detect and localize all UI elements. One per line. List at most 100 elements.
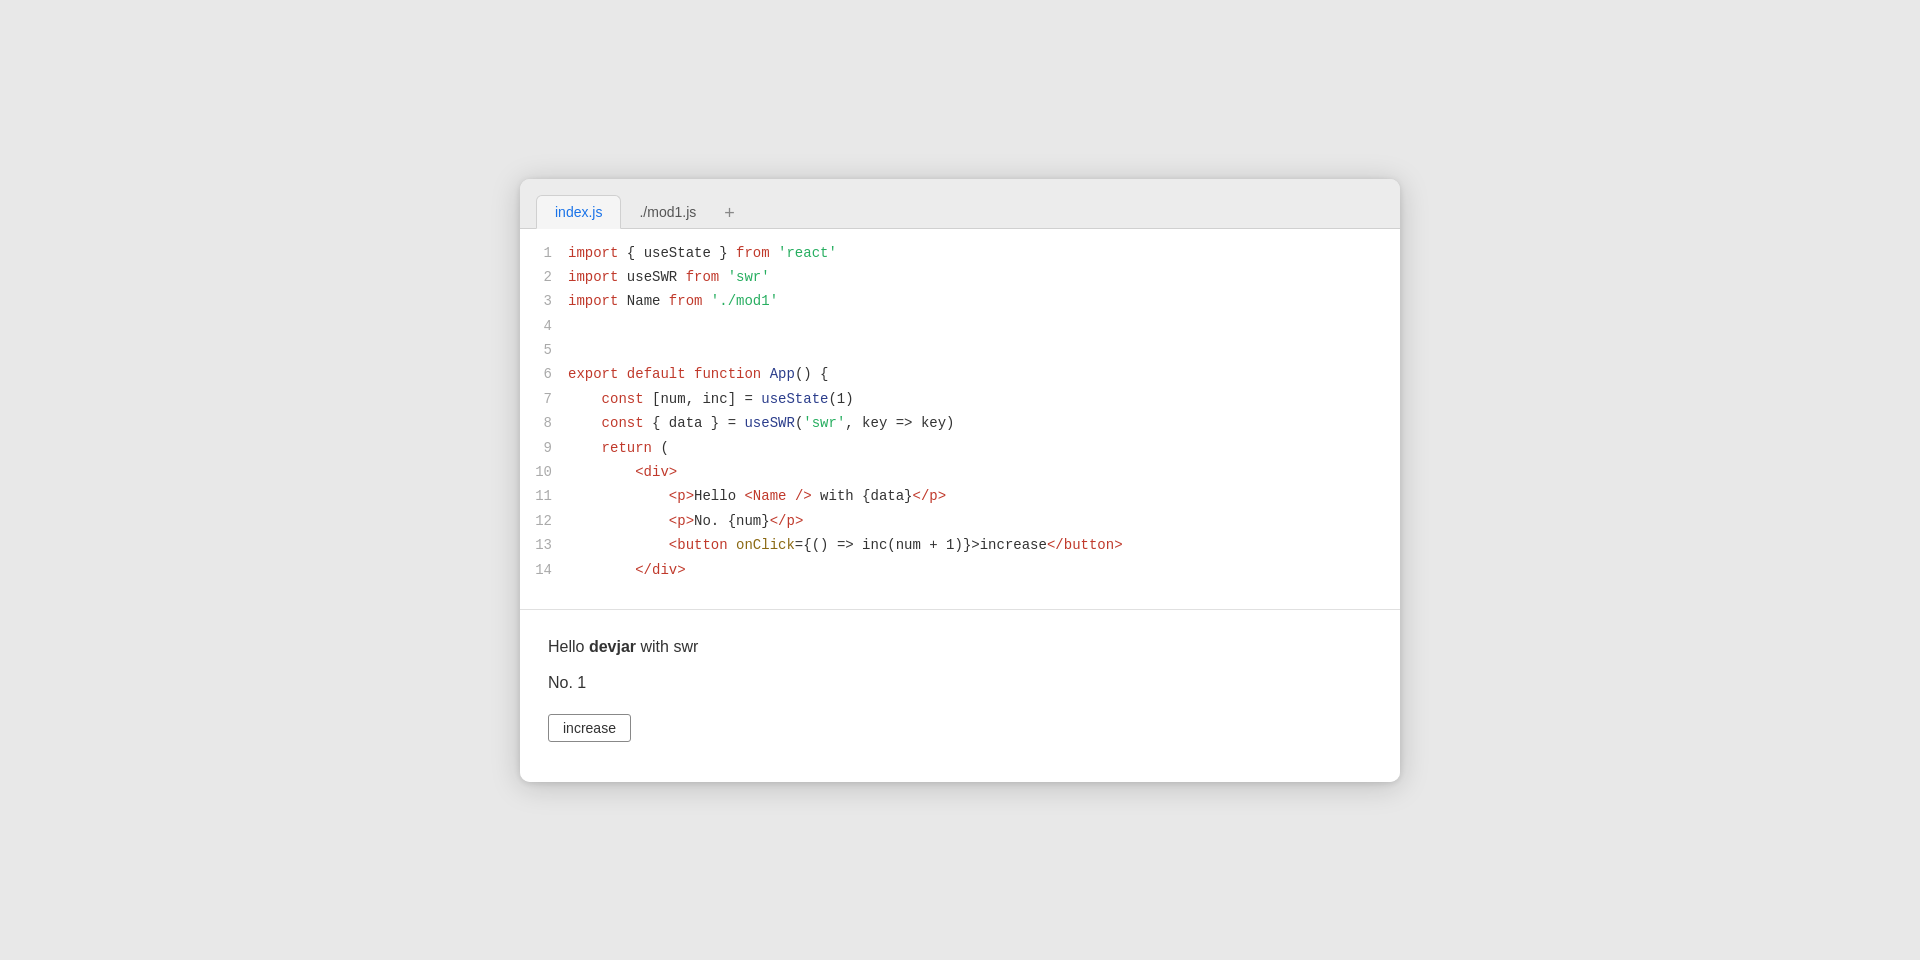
token-plain bbox=[719, 269, 727, 285]
line-number: 6 bbox=[520, 363, 568, 385]
line-number: 5 bbox=[520, 339, 568, 361]
token-str: './mod1' bbox=[711, 293, 778, 309]
token-tag: <p> bbox=[669, 513, 694, 529]
token-plain bbox=[728, 537, 736, 553]
token-plain: ( bbox=[652, 440, 669, 456]
token-str: 'react' bbox=[778, 245, 837, 261]
hello-suffix: with swr bbox=[636, 638, 698, 655]
token-fn: useState bbox=[761, 391, 828, 407]
increase-button[interactable]: increase bbox=[548, 714, 631, 742]
code-line: 12 <p>No. {num}</p> bbox=[520, 509, 1400, 533]
token-tag: <Name /> bbox=[744, 488, 811, 504]
tab-index-js[interactable]: index.js bbox=[536, 195, 621, 229]
token-plain bbox=[686, 366, 694, 382]
token-plain bbox=[568, 415, 602, 431]
code-line: 1import { useState } from 'react' bbox=[520, 241, 1400, 265]
token-plain: with {data} bbox=[812, 488, 913, 504]
token-kw: function bbox=[694, 366, 761, 382]
line-number: 11 bbox=[520, 485, 568, 507]
token-plain: >increase bbox=[971, 537, 1047, 553]
hello-prefix: Hello bbox=[548, 638, 589, 655]
token-plain bbox=[568, 562, 635, 578]
token-plain bbox=[568, 391, 602, 407]
tab-mod1-js[interactable]: ./mod1.js bbox=[621, 196, 714, 228]
token-kw: from bbox=[669, 293, 703, 309]
code-line: 9 return ( bbox=[520, 436, 1400, 460]
line-number: 10 bbox=[520, 461, 568, 483]
line-content: import Name from './mod1' bbox=[568, 290, 1400, 312]
token-kw: import bbox=[568, 269, 618, 285]
line-number: 1 bbox=[520, 242, 568, 264]
token-str: 'swr' bbox=[728, 269, 770, 285]
line-number: 8 bbox=[520, 412, 568, 434]
code-line: 5 bbox=[520, 338, 1400, 362]
token-kw: default bbox=[627, 366, 686, 382]
token-plain: { useState } bbox=[618, 245, 736, 261]
token-plain: [num, inc] = bbox=[644, 391, 762, 407]
editor-window: index.js ./mod1.js + 1import { useState … bbox=[520, 179, 1400, 782]
line-content: const { data } = useSWR('swr', key => ke… bbox=[568, 412, 1400, 434]
tab-add-button[interactable]: + bbox=[714, 198, 745, 228]
token-plain bbox=[568, 537, 669, 553]
token-kw: import bbox=[568, 245, 618, 261]
token-plain bbox=[702, 293, 710, 309]
line-content: return ( bbox=[568, 437, 1400, 459]
line-number: 4 bbox=[520, 315, 568, 337]
token-tag: </button> bbox=[1047, 537, 1123, 553]
hello-bold: devjar bbox=[589, 638, 636, 655]
line-number: 13 bbox=[520, 534, 568, 556]
preview-no: No. 1 bbox=[548, 674, 1372, 692]
token-kw: return bbox=[602, 440, 652, 456]
code-line: 13 <button onClick={() => inc(num + 1)}>… bbox=[520, 533, 1400, 557]
line-number: 7 bbox=[520, 388, 568, 410]
token-plain bbox=[568, 464, 635, 480]
token-kw: const bbox=[602, 391, 644, 407]
token-tag: <div> bbox=[635, 464, 677, 480]
code-line: 2import useSWR from 'swr' bbox=[520, 265, 1400, 289]
line-content: export default function App() { bbox=[568, 363, 1400, 385]
token-plain: Hello bbox=[694, 488, 744, 504]
token-kw: from bbox=[736, 245, 770, 261]
token-tag: <button bbox=[669, 537, 728, 553]
line-content: import { useState } from 'react' bbox=[568, 242, 1400, 264]
token-plain bbox=[568, 513, 669, 529]
token-plain: , key => key) bbox=[845, 415, 954, 431]
token-tag: </div> bbox=[635, 562, 685, 578]
token-plain: () { bbox=[795, 366, 829, 382]
token-plain: useSWR bbox=[618, 269, 685, 285]
token-attr: onClick bbox=[736, 537, 795, 553]
line-number: 12 bbox=[520, 510, 568, 532]
code-line: 6export default function App() { bbox=[520, 362, 1400, 386]
code-line: 10 <div> bbox=[520, 460, 1400, 484]
token-plain: () => inc(num + 1) bbox=[812, 537, 963, 553]
line-content: const [num, inc] = useState(1) bbox=[568, 388, 1400, 410]
preview-hello: Hello devjar with swr bbox=[548, 638, 1372, 656]
token-plain bbox=[761, 366, 769, 382]
token-plain: Name bbox=[618, 293, 668, 309]
token-tag: <p> bbox=[669, 488, 694, 504]
code-line: 14 </div> bbox=[520, 558, 1400, 582]
line-number: 9 bbox=[520, 437, 568, 459]
token-kw: import bbox=[568, 293, 618, 309]
token-plain: ={ bbox=[795, 537, 812, 553]
token-plain bbox=[770, 245, 778, 261]
token-plain: No. {num} bbox=[694, 513, 770, 529]
code-line: 7 const [num, inc] = useState(1) bbox=[520, 387, 1400, 411]
token-kw: const bbox=[602, 415, 644, 431]
code-line: 4 bbox=[520, 314, 1400, 338]
preview-area: Hello devjar with swr No. 1 increase bbox=[520, 610, 1400, 782]
code-line: 11 <p>Hello <Name /> with {data}</p> bbox=[520, 484, 1400, 508]
token-plain: { data } = bbox=[644, 415, 745, 431]
line-number: 2 bbox=[520, 266, 568, 288]
token-plain bbox=[568, 488, 669, 504]
line-number: 3 bbox=[520, 290, 568, 312]
code-line: 8 const { data } = useSWR('swr', key => … bbox=[520, 411, 1400, 435]
line-content: </div> bbox=[568, 559, 1400, 581]
token-plain bbox=[618, 366, 626, 382]
line-content: <button onClick={() => inc(num + 1)}>inc… bbox=[568, 534, 1400, 556]
code-line: 3import Name from './mod1' bbox=[520, 289, 1400, 313]
token-plain bbox=[568, 440, 602, 456]
token-fn: useSWR bbox=[744, 415, 794, 431]
token-str: 'swr' bbox=[803, 415, 845, 431]
line-content: <div> bbox=[568, 461, 1400, 483]
